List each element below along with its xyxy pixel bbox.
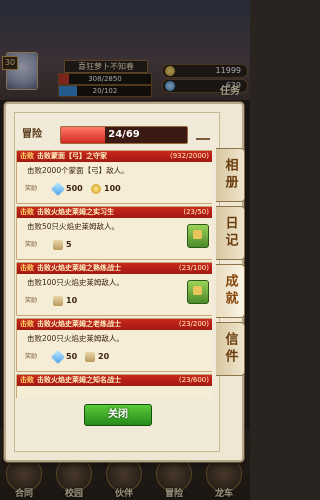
achievement-title-bar: 击败 击败蒙面【弓】之守家 (932/2000) <box>17 151 212 162</box>
achievement-desc: 击败50只火焰史莱姆敌人。 <box>27 222 120 231</box>
scroll-icon <box>53 240 63 250</box>
reward-value: 10 <box>66 296 78 305</box>
achievement-tag: 击败 <box>20 264 34 272</box>
gem-icon <box>50 349 66 365</box>
achievement-title-bar: 击败 击败火焰史莱姆之实习生 (23/50) <box>17 207 212 218</box>
scroll-icon <box>85 352 95 362</box>
achievement-tag: 击败 <box>20 320 34 328</box>
achievement-name: 击败火焰史莱姆之熟练战士 <box>37 264 121 272</box>
tab-diary-label: 日记 <box>222 216 238 250</box>
achievement-tag: 击败 <box>20 208 34 216</box>
tab-achievements-label: 成就 <box>222 274 238 308</box>
reward-value: 100 <box>104 184 121 193</box>
achievement-count: (23/200) <box>178 320 209 328</box>
achievement-tag: 击败 <box>20 376 34 384</box>
close-button[interactable]: 关闭 <box>84 404 152 426</box>
achievement-title-bar: 击败 击败火焰史莱姆之熟练战士 (23/100) <box>17 263 212 274</box>
achievement-title-bar: 击败 击败火焰史莱姆之知名战士 (23/600) <box>17 375 212 386</box>
tab-diary[interactable]: 日记 <box>216 206 245 260</box>
tab-achievements[interactable]: 成就 <box>216 264 245 318</box>
adventure-progress-header: 冒险 24/69 <box>12 126 212 144</box>
achievement-count: (23/600) <box>178 376 209 384</box>
achievement-name: 击败蒙面【弓】之守家 <box>37 152 107 160</box>
reward-label: 奖励 <box>25 297 38 304</box>
reward-value: 500 <box>66 184 83 193</box>
achievement-count: (23/100) <box>178 264 209 272</box>
category-label: 冒险 <box>22 129 42 140</box>
coin-icon <box>91 184 101 194</box>
achievement-card: 击败 击败火焰史莱姆之知名战士 (23/600) <box>16 374 212 398</box>
category-progress-bar: 24/69 <box>60 126 188 144</box>
achievement-name: 击败火焰史莱姆之老练战士 <box>37 320 121 328</box>
gem-icon <box>50 181 66 197</box>
achievement-tag: 击败 <box>20 152 34 160</box>
tab-letters-label: 信件 <box>222 332 238 366</box>
achievement-name: 击败火焰史莱姆之知名战士 <box>37 376 121 384</box>
achievement-card: 击败 击败火焰史莱姆之老练战士 (23/200) 击败200只火焰史莱姆敌人。 … <box>16 318 212 372</box>
claim-reward-button[interactable] <box>187 224 209 248</box>
reward-label: 奖励 <box>25 353 38 360</box>
achievement-title-bar: 击败 击败火焰史莱姆之老练战士 (23/200) <box>17 319 212 330</box>
achievement-desc: 击败100只火焰史莱姆敌人。 <box>27 278 124 287</box>
reward-value: 50 <box>66 352 78 361</box>
achievement-count: (932/2000) <box>170 152 209 160</box>
achievement-desc: 击败200只火焰史莱姆敌人。 <box>27 334 124 343</box>
claim-reward-button[interactable] <box>187 280 209 304</box>
tab-album[interactable]: 相册 <box>216 148 245 202</box>
reward-value: 5 <box>66 240 72 249</box>
achievement-list[interactable]: 击败 击败蒙面【弓】之守家 (932/2000) 击败2000个蒙面【弓】敌人。… <box>16 150 212 398</box>
achievement-desc: 击败2000个蒙面【弓】敌人。 <box>27 166 129 175</box>
achievement-count: (23/50) <box>183 208 209 216</box>
tab-letters[interactable]: 信件 <box>216 322 245 376</box>
reward-label: 奖励 <box>25 241 38 248</box>
reward-label: 奖励 <box>25 185 38 192</box>
achievement-card: 击败 击败火焰史莱姆之熟练战士 (23/100) 击败100只火焰史莱姆敌人。 … <box>16 262 212 316</box>
reward-value: 20 <box>98 352 110 361</box>
tab-album-label: 相册 <box>222 158 238 192</box>
category-progress-text: 24/69 <box>108 129 140 140</box>
achievement-card: 击败 击败蒙面【弓】之守家 (932/2000) 击败2000个蒙面【弓】敌人。… <box>16 150 212 204</box>
collapse-icon[interactable] <box>196 130 210 140</box>
scroll-icon <box>53 296 63 306</box>
achievement-name: 击败火焰史莱姆之实习生 <box>37 208 114 216</box>
achievement-card: 击败 击败火焰史莱姆之实习生 (23/50) 击败50只火焰史莱姆敌人。 奖励 … <box>16 206 212 260</box>
